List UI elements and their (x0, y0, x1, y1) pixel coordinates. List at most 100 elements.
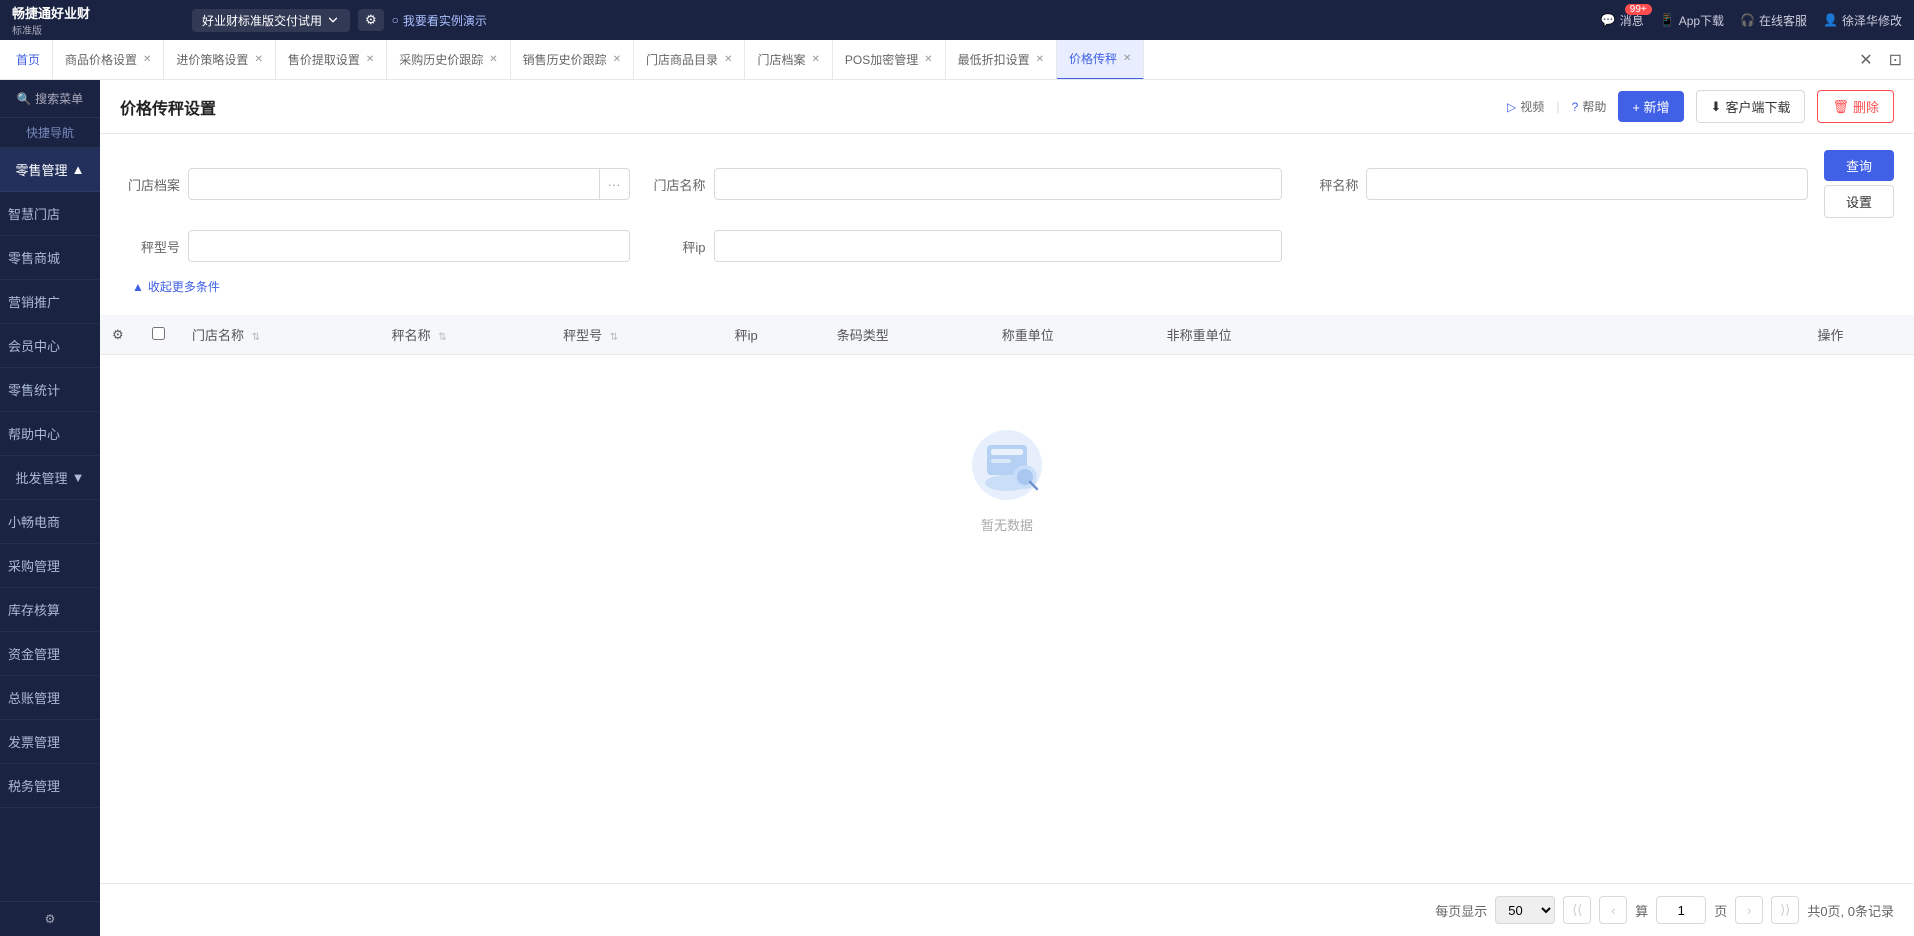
messages-button[interactable]: 💬 消息 99+ (1601, 12, 1644, 29)
scale-ip-input[interactable] (714, 230, 1283, 262)
help-link[interactable]: ? 帮助 (1572, 98, 1607, 115)
sidebar-item-member[interactable]: 会员中心 (0, 324, 100, 368)
tab-store-catalog[interactable]: 门店商品目录 ✕ (634, 40, 745, 80)
delete-label: 删除 (1853, 97, 1879, 116)
settings-bottom-icon: ⚙ (45, 912, 56, 926)
sidebar-settings-btn[interactable]: ⚙ (0, 901, 100, 936)
tab-sale-history[interactable]: 销售历史价跟踪 ✕ (511, 40, 634, 80)
empty-text: 暂无数据 (981, 515, 1033, 534)
sidebar-item-wholesale[interactable]: 批发管理 ▼ (0, 456, 100, 500)
store-name-input[interactable] (714, 168, 1283, 200)
scale-name-field: 秤名称 (1298, 168, 1808, 200)
search-panel: 门店档案 ··· 门店名称 秤名称 (100, 134, 1914, 315)
tab-sale-price[interactable]: 售价提取设置 ✕ (276, 40, 387, 80)
sidebar-item-smart-store[interactable]: 智慧门店 (0, 192, 100, 236)
tab-close-pos-management[interactable]: ✕ (924, 54, 932, 65)
sidebar-item-invoice[interactable]: 发票管理 (0, 720, 100, 764)
tab-close-goods-price[interactable]: ✕ (143, 54, 151, 65)
tab-close-all-button[interactable]: ✕ (1851, 50, 1880, 70)
demo-button[interactable]: ○ 我要看实例演示 (392, 12, 487, 29)
sort-store-name-icon[interactable]: ⇅ (252, 332, 260, 343)
tab-close-store-catalog[interactable]: ✕ (724, 54, 732, 65)
tab-price-scale[interactable]: 价格传秤 ✕ (1057, 40, 1144, 80)
online-service-button[interactable]: 🎧 在线客服 (1740, 12, 1807, 29)
sort-scale-name-icon[interactable]: ⇅ (438, 332, 446, 343)
delete-button[interactable]: 🗑 删除 (1817, 90, 1894, 123)
sidebar-search[interactable]: 🔍 搜索菜单 (0, 80, 100, 118)
total-info: 共0页, 0条记录 (1807, 901, 1894, 920)
sidebar-item-retail-mall[interactable]: 零售商城 (0, 236, 100, 280)
sidebar-item-tax[interactable]: 税务管理 (0, 764, 100, 808)
store-archive-label: 门店档案 (120, 175, 180, 194)
prev-page-button[interactable]: ‹ (1599, 896, 1627, 924)
tab-home[interactable]: 首页 (4, 40, 53, 80)
app-download-button[interactable]: 📱 App下载 (1660, 12, 1724, 29)
sidebar-quick-nav[interactable]: 快捷导航 (0, 118, 100, 148)
page-number-input[interactable] (1656, 896, 1706, 924)
store-archive-field: 门店档案 ··· (120, 168, 630, 200)
sidebar-item-ecommerce[interactable]: 小畅电商 (0, 500, 100, 544)
next-page-button[interactable]: › (1735, 896, 1763, 924)
search-icon: 🔍 (17, 92, 32, 106)
per-page-select[interactable]: 50 10 20 100 (1495, 896, 1555, 924)
tab-purchase-strategy[interactable]: 进价策略设置 ✕ (164, 40, 275, 80)
tab-pos-management[interactable]: POS加密管理 ✕ (833, 40, 946, 80)
tab-close-min-discount[interactable]: ✕ (1036, 54, 1044, 65)
top-bar: 畅捷通好业财 标准版 好业财标准版交付试用 ⚙ ○ 我要看实例演示 💬 消息 9… (0, 0, 1914, 40)
tab-close-sale-history[interactable]: ✕ (613, 54, 621, 65)
store-archive-input[interactable] (189, 177, 599, 192)
tab-maximize-button[interactable]: ⊡ (1881, 50, 1910, 70)
user-menu[interactable]: 👤 徐泽华修改 (1823, 12, 1902, 29)
th-operation: 操作 (1805, 315, 1914, 355)
pagination: 每页显示 50 10 20 100 ⟨⟨ ‹ 算 页 › ⟩⟩ 共0页, 0条记… (100, 883, 1914, 936)
first-page-button[interactable]: ⟨⟨ (1563, 896, 1591, 924)
select-all-checkbox[interactable] (152, 327, 165, 340)
tab-close-sale-price[interactable]: ✕ (366, 54, 374, 65)
sidebar-item-retail[interactable]: 零售管理 ▲ (0, 148, 100, 192)
sidebar-item-retail-label: 零售管理 (16, 160, 68, 179)
store-archive-input-wrapper: ··· (188, 168, 630, 200)
collapse-area: ▲ 收起更多条件 (120, 274, 1894, 299)
sidebar-search-label: 搜索菜单 (35, 92, 83, 106)
tab-close-purchase-strategy[interactable]: ✕ (254, 54, 262, 65)
sidebar-item-marketing[interactable]: 营销推广 (0, 280, 100, 324)
scale-model-input[interactable] (188, 230, 630, 262)
tab-purchase-history[interactable]: 采购历史价跟踪 ✕ (387, 40, 510, 80)
collapse-button[interactable]: ▲ 收起更多条件 (120, 274, 1894, 299)
tab-close-purchase-history[interactable]: ✕ (489, 54, 497, 65)
set-button[interactable]: 设置 (1824, 185, 1894, 218)
tab-goods-price[interactable]: 商品价格设置 ✕ (53, 40, 164, 80)
video-link[interactable]: ▷ 视频 (1507, 98, 1544, 115)
store-archive-more-btn[interactable]: ··· (599, 169, 629, 199)
download-button[interactable]: ⬇ 客户端下载 (1696, 90, 1806, 123)
sidebar-nav-label: 快捷导航 (26, 126, 74, 140)
th-weight-unit: 称重单位 (990, 315, 1155, 355)
sidebar-item-inventory[interactable]: 库存核算 (0, 588, 100, 632)
divider1: | (1556, 99, 1559, 114)
query-buttons: 查询 设置 (1824, 150, 1894, 218)
set-button-label: 设置 (1846, 192, 1872, 211)
sidebar-item-purchase[interactable]: 采购管理 (0, 544, 100, 588)
tab-close-price-scale[interactable]: ✕ (1123, 53, 1131, 64)
sidebar-item-ledger[interactable]: 总账管理 (0, 676, 100, 720)
settings-icon[interactable]: ⚙ (358, 9, 384, 31)
sidebar-item-retail-stat[interactable]: 零售统计 (0, 368, 100, 412)
table-settings-icon[interactable]: ⚙ (112, 327, 124, 342)
tab-min-discount[interactable]: 最低折扣设置 ✕ (946, 40, 1057, 80)
sidebar-item-help[interactable]: 帮助中心 (0, 412, 100, 456)
tab-store-archive[interactable]: 门店档案 ✕ (745, 40, 832, 80)
sort-scale-model-icon[interactable]: ⇅ (610, 332, 618, 343)
main-content: 🔍 搜索菜单 快捷导航 零售管理 ▲ 智慧门店 零售商城 营销推广 会员中心 (0, 80, 1914, 936)
sidebar-item-finance[interactable]: 资金管理 (0, 632, 100, 676)
version-selector[interactable]: 好业财标准版交付试用 (192, 9, 350, 32)
online-service-label: 在线客服 (1759, 12, 1807, 29)
sidebar: 🔍 搜索菜单 快捷导航 零售管理 ▲ 智慧门店 零售商城 营销推广 会员中心 (0, 80, 100, 936)
last-page-button[interactable]: ⟩⟩ (1771, 896, 1799, 924)
search-button[interactable]: 查询 (1824, 150, 1894, 181)
tab-close-store-archive[interactable]: ✕ (811, 54, 819, 65)
scale-name-input[interactable] (1366, 168, 1808, 200)
data-table: ⚙ 门店名称 ⇅ 秤名称 ⇅ (100, 315, 1914, 355)
page-unit-label: 页 (1714, 901, 1727, 920)
download-icon2: ⬇ (1711, 99, 1722, 115)
add-button[interactable]: + 新增 (1618, 91, 1683, 122)
